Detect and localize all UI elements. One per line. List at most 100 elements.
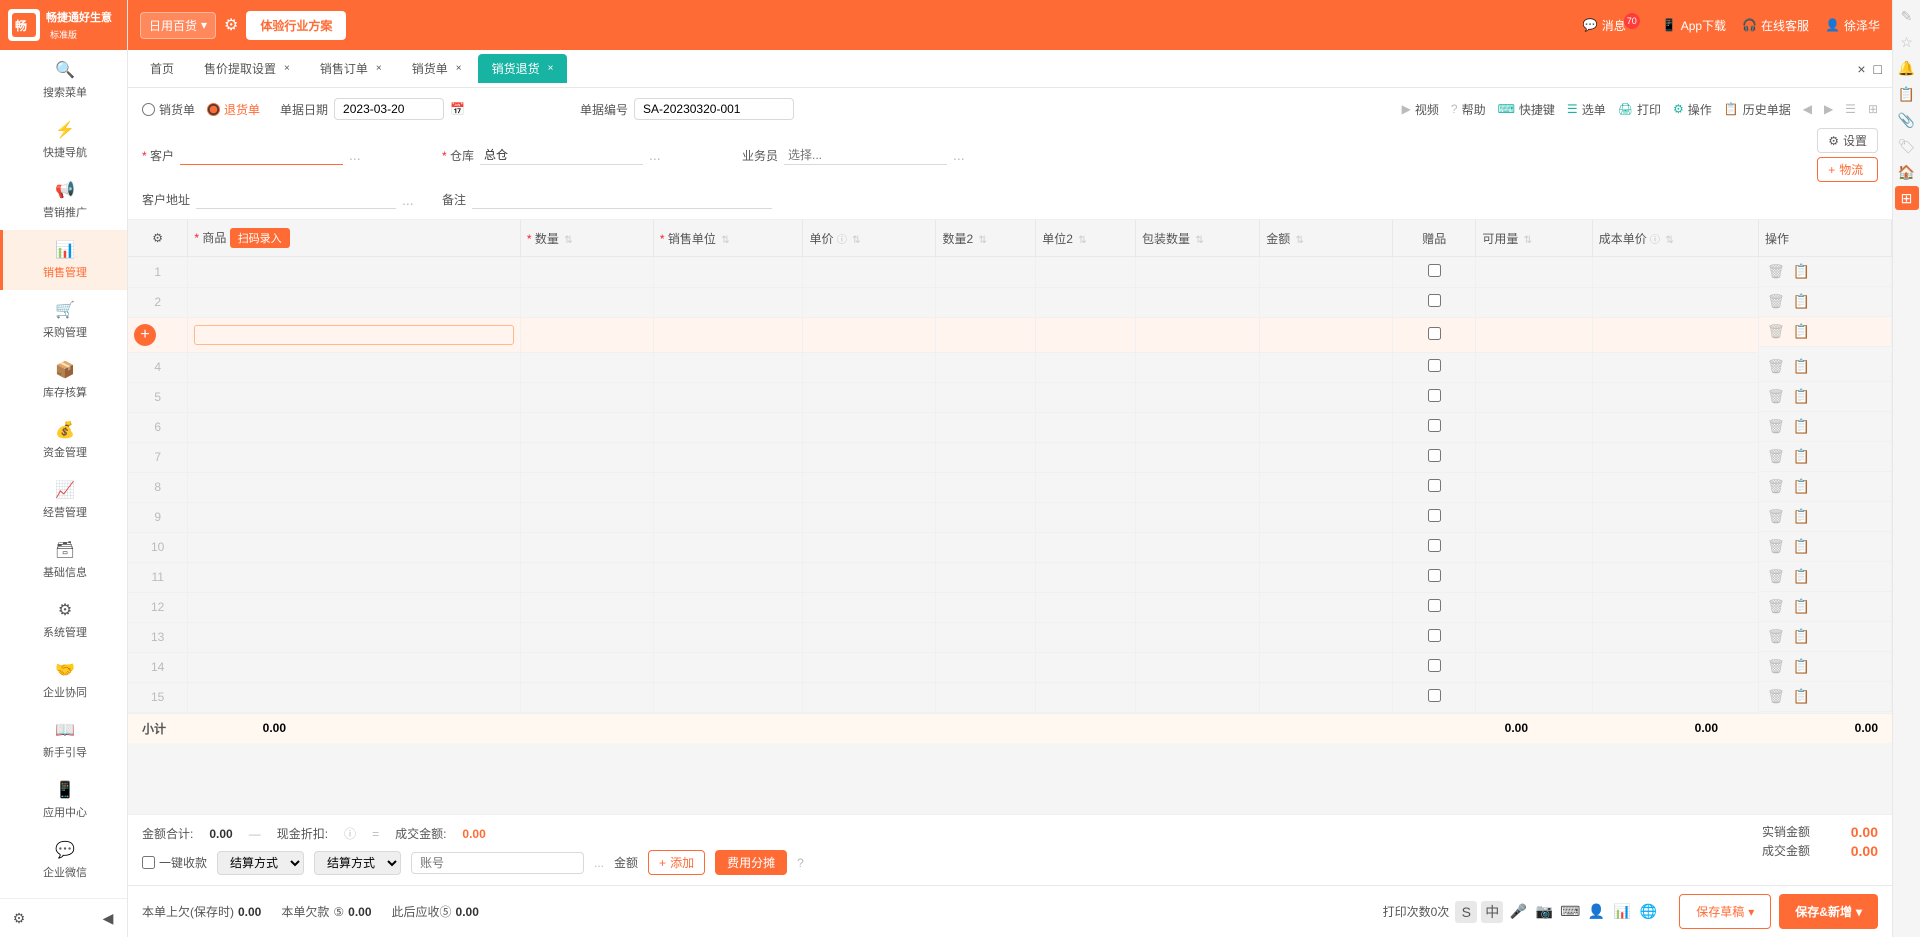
- delete-btn-13[interactable]: 🗑: [1765, 626, 1787, 647]
- staff-input[interactable]: [784, 146, 947, 165]
- cost-price-cell-9[interactable]: [1592, 502, 1758, 532]
- quantity-cell-2[interactable]: [520, 287, 653, 317]
- amount-cell-13[interactable]: [1260, 622, 1393, 652]
- delete-btn-6[interactable]: 🗑: [1765, 416, 1787, 437]
- copy-btn-2[interactable]: 📋: [1791, 291, 1812, 312]
- unit2-cell-13[interactable]: [1036, 622, 1136, 652]
- pkg-qty-cell-3[interactable]: [1135, 317, 1259, 352]
- delete-btn-5[interactable]: 🗑: [1765, 386, 1787, 407]
- unit2-cell-4[interactable]: [1036, 352, 1136, 382]
- account-dots[interactable]: ...: [594, 856, 604, 870]
- gift-checkbox-12[interactable]: [1428, 599, 1441, 612]
- pkg-qty-cell-1[interactable]: [1135, 257, 1259, 288]
- restore-window-btn[interactable]: □: [1872, 59, 1884, 79]
- qty2-cell-2[interactable]: [936, 287, 1036, 317]
- available-cell-12[interactable]: [1476, 592, 1592, 622]
- quantity-cell-15[interactable]: [520, 682, 653, 712]
- history-btn[interactable]: 📋 历史单据: [1724, 101, 1791, 118]
- tool-camera-icon[interactable]: 📷: [1533, 901, 1555, 923]
- setting-btn[interactable]: ⚙ 设置: [1817, 128, 1878, 153]
- unit2-cell-10[interactable]: [1036, 532, 1136, 562]
- quantity-cell-1[interactable]: [520, 257, 653, 288]
- gift-checkbox-1[interactable]: [1428, 264, 1441, 277]
- address-dots[interactable]: ...: [402, 192, 414, 208]
- help-btn[interactable]: ? 帮助: [1451, 101, 1486, 118]
- pkg-qty-cell-7[interactable]: [1135, 442, 1259, 472]
- sidebar-item-marketing[interactable]: 📢营销推广: [0, 170, 127, 230]
- pkg-qty-cell-13[interactable]: [1135, 622, 1259, 652]
- delete-btn-10[interactable]: 🗑: [1765, 536, 1787, 557]
- unit2-cell-5[interactable]: [1036, 382, 1136, 412]
- rs-bell-icon[interactable]: 🔔: [1895, 56, 1919, 80]
- info-icon[interactable]: ⓘ: [344, 825, 356, 842]
- product-cell-14[interactable]: [188, 652, 521, 682]
- gift-cell-6[interactable]: [1393, 412, 1476, 442]
- gift-cell-14[interactable]: [1393, 652, 1476, 682]
- unit2-cell-12[interactable]: [1036, 592, 1136, 622]
- online-service-item[interactable]: 🎧 在线客服: [1742, 17, 1809, 34]
- copy-btn-11[interactable]: 📋: [1791, 566, 1812, 587]
- warehouse-input[interactable]: [480, 146, 643, 165]
- gift-checkbox-11[interactable]: [1428, 569, 1441, 582]
- gift-checkbox-8[interactable]: [1428, 479, 1441, 492]
- delete-btn-11[interactable]: 🗑: [1765, 566, 1787, 587]
- gift-checkbox-9[interactable]: [1428, 509, 1441, 522]
- sales-unit-cell-1[interactable]: [653, 257, 803, 288]
- radio-sales[interactable]: [142, 103, 155, 116]
- tab-price-setting[interactable]: 售价提取设置×: [190, 54, 304, 83]
- cost-price-cell-14[interactable]: [1592, 652, 1758, 682]
- tool-chart-icon[interactable]: 📊: [1611, 901, 1633, 923]
- product-cell-3[interactable]: [188, 317, 521, 352]
- staff-dots[interactable]: ...: [953, 147, 965, 163]
- amount-cell-1[interactable]: [1260, 257, 1393, 288]
- tab-sales-return[interactable]: 销货退货×: [478, 54, 568, 83]
- cost-price-cell-15[interactable]: [1592, 682, 1758, 712]
- cost-price-cell-8[interactable]: [1592, 472, 1758, 502]
- one-key-collect-label[interactable]: 一键收款: [142, 854, 207, 871]
- sidebar-item-finance[interactable]: 💰资金管理: [0, 410, 127, 470]
- available-cell-1[interactable]: [1476, 257, 1592, 288]
- tab-close-price-setting[interactable]: ×: [284, 63, 290, 74]
- product-cell-4[interactable]: [188, 352, 521, 382]
- operate-btn[interactable]: ⚙ 操作: [1673, 101, 1712, 118]
- add-row-btn[interactable]: +: [134, 324, 156, 346]
- industry-select[interactable]: 日用百货 ▾: [140, 12, 216, 39]
- sidebar-item-purchase[interactable]: 🛒采购管理: [0, 290, 127, 350]
- pkg-qty-cell-14[interactable]: [1135, 652, 1259, 682]
- product-cell-5[interactable]: [188, 382, 521, 412]
- unit2-cell-1[interactable]: [1036, 257, 1136, 288]
- gift-cell-15[interactable]: [1393, 682, 1476, 712]
- copy-btn-8[interactable]: 📋: [1791, 476, 1812, 497]
- card-view-icon[interactable]: ⊞: [1868, 102, 1878, 116]
- sales-unit-cell-13[interactable]: [653, 622, 803, 652]
- gift-checkbox-13[interactable]: [1428, 629, 1441, 642]
- pkg-qty-cell-6[interactable]: [1135, 412, 1259, 442]
- amount-cell-8[interactable]: [1260, 472, 1393, 502]
- unit-price-cell-14[interactable]: [803, 652, 936, 682]
- sidebar-item-system[interactable]: ⚙系统管理: [0, 590, 127, 650]
- address-input[interactable]: [196, 190, 396, 209]
- unit-price-cell-2[interactable]: [803, 287, 936, 317]
- sidebar-item-enterprise-wechat[interactable]: 💬企业微信: [0, 830, 127, 890]
- sidebar-item-basic[interactable]: 🗃基础信息: [0, 530, 127, 590]
- copy-btn-13[interactable]: 📋: [1791, 626, 1812, 647]
- calendar-icon[interactable]: 📅: [450, 102, 465, 116]
- delete-btn-3[interactable]: 🗑: [1765, 321, 1787, 342]
- gift-checkbox-4[interactable]: [1428, 359, 1441, 372]
- unit2-cell-15[interactable]: [1036, 682, 1136, 712]
- rs-star-icon[interactable]: ☆: [1895, 30, 1919, 54]
- product-cell-10[interactable]: [188, 532, 521, 562]
- sidebar-item-sales[interactable]: 📊销售管理: [0, 230, 127, 290]
- available-cell-2[interactable]: [1476, 287, 1592, 317]
- cost-price-cell-12[interactable]: [1592, 592, 1758, 622]
- sales-unit-cell-7[interactable]: [653, 442, 803, 472]
- gift-cell-5[interactable]: [1393, 382, 1476, 412]
- quantity-cell-14[interactable]: [520, 652, 653, 682]
- sales-unit-cell-14[interactable]: [653, 652, 803, 682]
- tool-mic-icon[interactable]: 🎤: [1507, 901, 1529, 923]
- available-cell-5[interactable]: [1476, 382, 1592, 412]
- gift-cell-8[interactable]: [1393, 472, 1476, 502]
- available-cell-4[interactable]: [1476, 352, 1592, 382]
- amount-cell-7[interactable]: [1260, 442, 1393, 472]
- unit2-cell-11[interactable]: [1036, 562, 1136, 592]
